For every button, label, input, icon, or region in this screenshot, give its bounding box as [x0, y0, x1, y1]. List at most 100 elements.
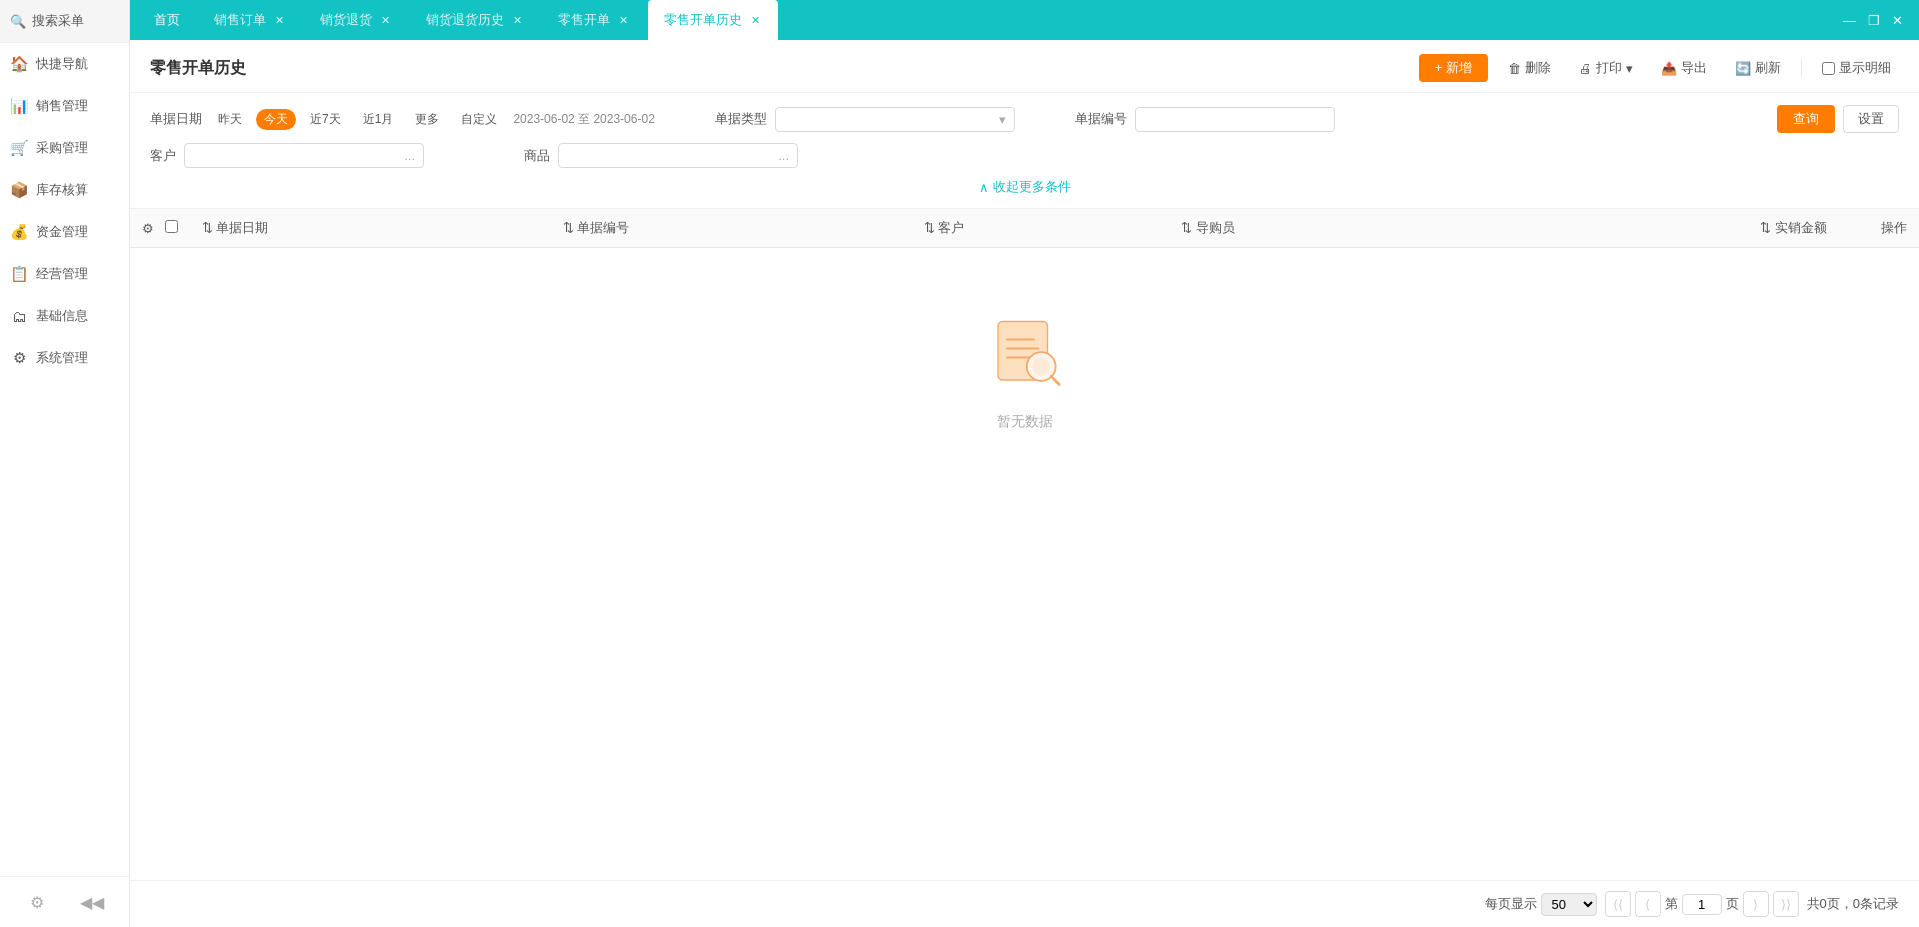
add-button[interactable]: + 新增 [1419, 54, 1488, 82]
page-size-select: 每页显示 102050100 [1485, 893, 1597, 916]
col-header-amount[interactable]: ⇅ 实销金额 [1478, 209, 1839, 248]
tab-close-sales-return[interactable]: ✕ [378, 13, 392, 27]
select-all-checkbox[interactable] [165, 220, 178, 233]
col-header-customer[interactable]: ⇅ 客户 [912, 209, 1169, 248]
settings-button[interactable]: ⚙ [22, 887, 52, 917]
prev-page-btn[interactable]: ⟨ [1635, 891, 1661, 917]
sidebar-item-icon-base-info: 🗂 [10, 307, 28, 325]
sidebar-item-icon-finance: 💰 [10, 223, 28, 241]
tab-retail-history[interactable]: 零售开单历史✕ [648, 0, 778, 40]
sidebar-item-icon-sales-mgmt: 📊 [10, 97, 28, 115]
doc-no-input-container[interactable] [1135, 107, 1335, 132]
empty-state: 暂无数据 [130, 248, 1919, 491]
collapse-filter-button[interactable]: ∧ 收起更多条件 [150, 178, 1899, 196]
export-icon: 📤 [1661, 61, 1677, 76]
sidebar-item-operations[interactable]: 📋经营管理 [0, 253, 129, 295]
sidebar-item-icon-sys-mgmt: ⚙ [10, 349, 28, 367]
date-last-month[interactable]: 近1月 [355, 109, 402, 130]
customer-label: 客户 [150, 147, 176, 165]
tab-label-sales-order: 销售订单 [214, 11, 266, 29]
close-window-btn[interactable]: ✕ [1892, 13, 1903, 28]
sidebar-item-finance[interactable]: 💰资金管理 [0, 211, 129, 253]
toolbar: + 新增 🗑 删除 🖨 打印 ▾ 📤 导出 🔄 刷新 [1419, 54, 1899, 82]
tab-close-retail-open[interactable]: ✕ [616, 13, 630, 27]
display-detail-button[interactable]: 显示明细 [1814, 55, 1899, 81]
sidebar-item-icon-inventory: 📦 [10, 181, 28, 199]
col-sort-icon-date: ⇅ [202, 220, 213, 235]
sidebar-item-sys-mgmt[interactable]: ⚙ 系统管理 [0, 337, 129, 379]
sidebar-item-label-sys-mgmt: 系统管理 [36, 349, 88, 367]
next-page-btn[interactable]: ⟩ [1743, 891, 1769, 917]
nav-right: — ❐ ✕ [1843, 13, 1911, 28]
sidebar-item-inventory[interactable]: 📦 库存核算 [0, 169, 129, 211]
content-area: 零售开单历史 + 新增 🗑 删除 🖨 打印 ▾ 📤 导出 🔄 [130, 40, 1919, 927]
delete-button[interactable]: 🗑 删除 [1500, 55, 1559, 81]
tab-close-sales-return-history[interactable]: ✕ [510, 13, 524, 27]
sidebar-item-icon-operations: 📋 [10, 265, 28, 283]
last-page-btn[interactable]: ⟩⟩ [1773, 891, 1799, 917]
doc-type-dropdown-icon: ▾ [999, 112, 1006, 127]
sidebar-item-label-base-info: 基础信息 [36, 307, 88, 325]
sidebar-item-purchase-mgmt[interactable]: 🛒采购管理 [0, 127, 129, 169]
page-size-dropdown[interactable]: 102050100 [1541, 893, 1597, 916]
display-detail-checkbox[interactable] [1822, 62, 1835, 75]
table-container: ⚙ ⇅ 单据日期 ⇅ 单据编号 ⇅ 客户 ⇅ 导购员 ⇅ 实销金额 操作 [130, 209, 1919, 880]
col-header-no[interactable]: ⇅ 单据编号 [551, 209, 912, 248]
col-header-date[interactable]: ⇅ 单据日期 [190, 209, 551, 248]
date-filter: 单据日期 昨天 今天 近7天 近1月 更多 自定义 2023-06-02 至 2… [150, 109, 655, 130]
date-custom[interactable]: 自定义 [453, 109, 505, 130]
col-header-action: 操作 [1839, 209, 1919, 248]
sidebar-item-label-inventory: 库存核算 [36, 181, 88, 199]
col-sort-icon-amount: ⇅ [1760, 220, 1771, 235]
date-more[interactable]: 更多 [407, 109, 447, 130]
sidebar-item-base-info[interactable]: 🗂 基础信息 [0, 295, 129, 337]
sidebar-item-sales-mgmt[interactable]: 📊销售管理 [0, 85, 129, 127]
query-button[interactable]: 查询 [1777, 105, 1835, 133]
page-title: 零售开单历史 [150, 58, 246, 79]
tab-sales-return-history[interactable]: 销货退货历史✕ [410, 0, 540, 40]
tab-home[interactable]: 首页 [138, 0, 196, 40]
goods-select[interactable]: ... [558, 143, 798, 168]
date-last7[interactable]: 近7天 [302, 109, 349, 130]
goods-label: 商品 [524, 147, 550, 165]
data-table: ⚙ ⇅ 单据日期 ⇅ 单据编号 ⇅ 客户 ⇅ 导购员 ⇅ 实销金额 操作 [130, 209, 1919, 248]
settings-button-filter[interactable]: 设置 [1843, 105, 1899, 133]
col-sort-icon-guide: ⇅ [1181, 220, 1192, 235]
refresh-button[interactable]: 🔄 刷新 [1727, 55, 1789, 81]
doc-no-filter: 单据编号 [1075, 107, 1335, 132]
col-header-guide[interactable]: ⇅ 导购员 [1169, 209, 1478, 248]
date-today[interactable]: 今天 [256, 109, 296, 130]
sidebar-search[interactable]: 🔍 搜索采单 [0, 0, 129, 43]
doc-no-input[interactable] [1144, 112, 1326, 127]
table-settings-icon[interactable]: ⚙ [142, 221, 154, 236]
page-suffix: 页 [1726, 895, 1739, 913]
sidebar-search-label: 搜索采单 [32, 12, 84, 30]
restore-btn[interactable]: ❐ [1868, 13, 1880, 28]
tab-close-sales-order[interactable]: ✕ [272, 13, 286, 27]
sidebar-item-label-quick-nav: 快捷导航 [36, 55, 88, 73]
current-page-input[interactable] [1682, 894, 1722, 915]
doc-type-select[interactable]: ▾ [775, 107, 1015, 132]
print-dropdown-icon: ▾ [1626, 61, 1633, 76]
total-info: 共0页，0条记录 [1807, 895, 1899, 913]
pagination: 每页显示 102050100 ⟨⟨ ⟨ 第 页 ⟩ ⟩⟩ 共0页，0条记录 [130, 880, 1919, 927]
col-sort-icon-customer: ⇅ [924, 220, 935, 235]
export-button[interactable]: 📤 导出 [1653, 55, 1715, 81]
tab-label-sales-return: 销货退货 [320, 11, 372, 29]
sidebar-item-quick-nav[interactable]: 🏠 快捷导航 [0, 43, 129, 85]
customer-select[interactable]: ... [184, 143, 424, 168]
page-header: 零售开单历史 + 新增 🗑 删除 🖨 打印 ▾ 📤 导出 🔄 [130, 40, 1919, 93]
first-page-btn[interactable]: ⟨⟨ [1605, 891, 1631, 917]
tab-sales-return[interactable]: 销货退货 ✕ [304, 0, 408, 40]
minimize-btn[interactable]: — [1843, 13, 1856, 28]
sidebar-item-icon-quick-nav: 🏠 [10, 55, 28, 73]
tab-sales-order[interactable]: 销售订单 ✕ [198, 0, 302, 40]
tab-close-retail-history[interactable]: ✕ [748, 13, 762, 27]
print-button[interactable]: 🖨 打印 ▾ [1571, 55, 1641, 81]
tab-retail-open[interactable]: 零售开单✕ [542, 0, 646, 40]
refresh-icon: 🔄 [1735, 61, 1751, 76]
collapse-label: 收起更多条件 [993, 178, 1071, 196]
date-yesterday[interactable]: 昨天 [210, 109, 250, 130]
collapse-sidebar-button[interactable]: ◀◀ [77, 887, 107, 917]
customer-dots: ... [404, 148, 415, 163]
